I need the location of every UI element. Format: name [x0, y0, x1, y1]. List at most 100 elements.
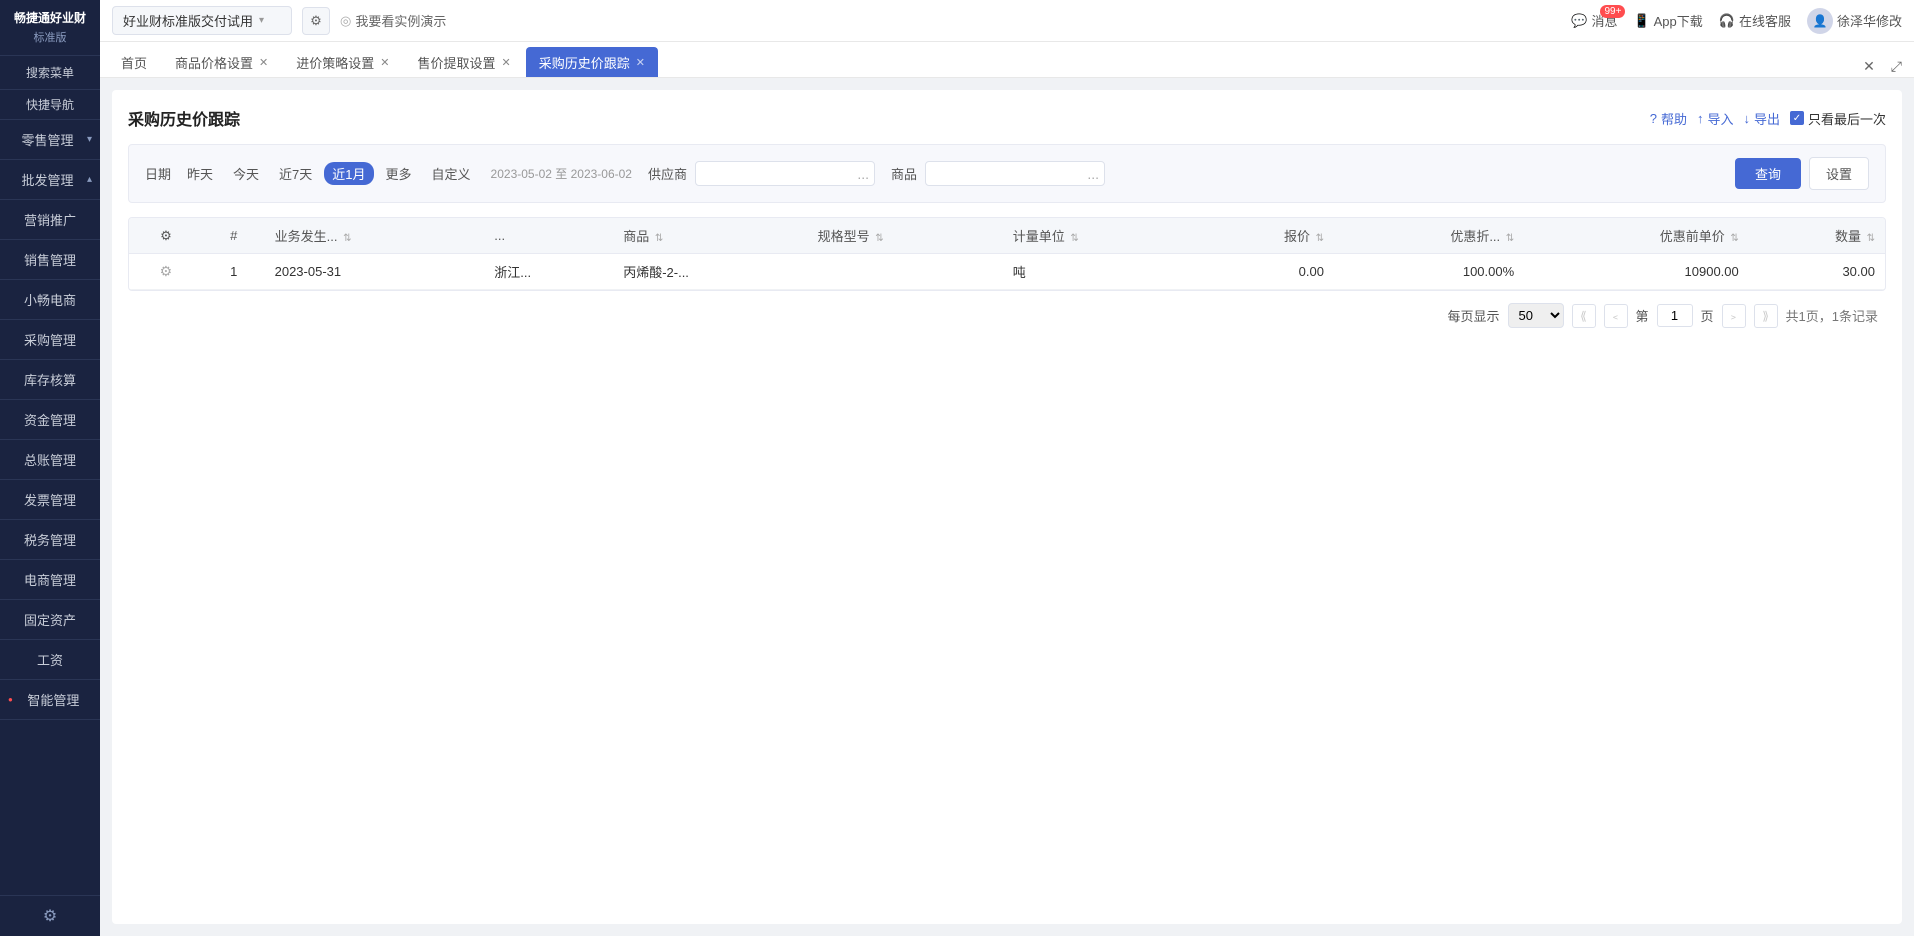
goods-ellipsis-icon[interactable]: ...: [1087, 166, 1099, 182]
next-page-button[interactable]: ﹥: [1722, 304, 1746, 328]
topbar-gear-button[interactable]: ⚙: [302, 7, 330, 35]
service-button[interactable]: 🎧 在线客服: [1719, 11, 1791, 30]
row-supplier: 浙江...: [484, 254, 613, 290]
filter-goods-group: 商品 ...: [891, 161, 1105, 186]
th-quantity[interactable]: 数量 ⇅: [1749, 218, 1885, 254]
sidebar-item-purchase[interactable]: 采购管理: [0, 320, 100, 360]
red-dot-icon: ●: [8, 695, 13, 704]
export-link[interactable]: ↓ 导出: [1743, 109, 1780, 128]
sidebar-item-wholesale[interactable]: 批发管理 ▴: [0, 160, 100, 200]
supplier-ellipsis-icon[interactable]: ...: [857, 166, 869, 182]
th-date[interactable]: 业务发生... ⇅: [265, 218, 485, 254]
th-pre-discount-price[interactable]: 优惠前单价 ⇅: [1524, 218, 1749, 254]
tab-price-close[interactable]: ✕: [259, 56, 268, 69]
sidebar-search[interactable]: 搜索菜单: [0, 56, 100, 90]
prev-page-button[interactable]: ﹤: [1604, 304, 1628, 328]
th-discount[interactable]: 优惠折... ⇅: [1334, 218, 1524, 254]
date-opt-custom[interactable]: 自定义: [424, 162, 479, 185]
sidebar-nav[interactable]: 快捷导航: [0, 90, 100, 120]
settings-icon[interactable]: ⚙: [43, 908, 57, 925]
app-icon: 📱: [1633, 13, 1649, 29]
avatar-icon: 👤: [1813, 14, 1828, 28]
th-unit[interactable]: 计量单位 ⇅: [1003, 218, 1198, 254]
data-table: ⚙ # 业务发生... ⇅ ... 商品 ⇅: [129, 218, 1885, 290]
demo-link[interactable]: ◎ 我要看实例演示: [340, 11, 446, 30]
row-gear[interactable]: ⚙: [129, 254, 203, 290]
page-input[interactable]: [1657, 304, 1693, 327]
tab-sale-extract-close[interactable]: ✕: [502, 56, 511, 69]
sidebar-item-ecommerce-small[interactable]: 小畅电商: [0, 280, 100, 320]
sidebar-item-inventory[interactable]: 库存核算: [0, 360, 100, 400]
query-button[interactable]: 查询: [1735, 158, 1801, 189]
sidebar-item-payroll[interactable]: 工资: [0, 640, 100, 680]
th-index: #: [203, 218, 265, 254]
date-opt-7days[interactable]: 近7天: [271, 162, 320, 185]
tab-purchase-history-close[interactable]: ✕: [636, 56, 645, 69]
tab-purchase-history[interactable]: 采购历史价跟踪 ✕: [526, 47, 658, 77]
row-price: 0.00: [1198, 254, 1334, 290]
import-link[interactable]: ↑ 导入: [1697, 109, 1734, 128]
sidebar-item-general-ledger[interactable]: 总账管理: [0, 440, 100, 480]
export-label: 导出: [1754, 109, 1780, 128]
demo-label: 我要看实例演示: [355, 11, 446, 30]
sidebar-item-finance[interactable]: 资金管理: [0, 400, 100, 440]
goods-input[interactable]: [925, 161, 1105, 186]
sidebar-item-finance-label: 资金管理: [8, 410, 92, 429]
tab-purchase-strategy[interactable]: 进价策略设置 ✕: [283, 47, 402, 77]
date-opt-yesterday[interactable]: 昨天: [179, 162, 221, 185]
date-opt-today[interactable]: 今天: [225, 162, 267, 185]
row-discount: 100.00%: [1334, 254, 1524, 290]
page-header: 采购历史价跟踪 ? 帮助 ↑ 导入 ↓ 导出 ✓: [128, 106, 1886, 130]
date-opt-more[interactable]: 更多: [378, 162, 420, 185]
per-page-select[interactable]: 50 10 20 100: [1508, 303, 1564, 328]
app-download-button[interactable]: 📱 App下载: [1633, 11, 1702, 30]
tab-close-all-icon[interactable]: ✕: [1859, 56, 1879, 77]
message-button[interactable]: 💬 消息 99+: [1571, 11, 1617, 30]
tab-expand-icon[interactable]: ⤢: [1887, 56, 1906, 77]
table-row: ⚙ 1 2023-05-31 浙江... 丙烯酸-2-... 吨 0.00 10…: [129, 254, 1885, 290]
th-more[interactable]: ...: [484, 218, 613, 254]
only-last-checkbox-label[interactable]: ✓ 只看最后一次: [1790, 109, 1886, 128]
sidebar-item-fixed-assets[interactable]: 固定资产: [0, 600, 100, 640]
sort-icon-discount: ⇅: [1506, 233, 1514, 244]
user-label: 徐泽华修改: [1837, 11, 1902, 30]
sort-icon-quantity: ⇅: [1867, 233, 1875, 244]
goods-input-wrap: ...: [925, 161, 1105, 186]
th-spec[interactable]: 规格型号 ⇅: [808, 218, 1003, 254]
tabbar: 首页 商品价格设置 ✕ 进价策略设置 ✕ 售价提取设置 ✕ 采购历史价跟踪 ✕ …: [100, 42, 1914, 78]
last-page-button[interactable]: ⟫: [1754, 304, 1778, 328]
sidebar-item-ecommerce[interactable]: 电商管理: [0, 560, 100, 600]
import-label: 导入: [1707, 109, 1733, 128]
only-last-checkbox[interactable]: ✓: [1790, 111, 1804, 125]
supplier-input[interactable]: [695, 161, 875, 186]
table-header-row: ⚙ # 业务发生... ⇅ ... 商品 ⇅: [129, 218, 1885, 254]
sidebar-item-tax[interactable]: 税务管理: [0, 520, 100, 560]
th-price[interactable]: 报价 ⇅: [1198, 218, 1334, 254]
th-date-label: 业务发生...: [275, 229, 338, 244]
sidebar-item-retail-label: 零售管理: [8, 130, 87, 149]
tab-sale-extract[interactable]: 售价提取设置 ✕: [404, 47, 523, 77]
help-link[interactable]: ? 帮助: [1650, 109, 1687, 128]
version-selector[interactable]: 好业财标准版交付试用 ▾: [112, 6, 292, 35]
sidebar-item-retail[interactable]: 零售管理 ▾: [0, 120, 100, 160]
sidebar-bottom: ⚙: [0, 895, 100, 936]
sidebar-item-smart[interactable]: ● 智能管理: [0, 680, 100, 720]
total-info: 共1页，1条记录: [1786, 306, 1878, 325]
tab-home[interactable]: 首页: [108, 47, 160, 77]
tab-purchase-strategy-close[interactable]: ✕: [380, 56, 389, 69]
date-opt-1month[interactable]: 近1月: [324, 162, 373, 185]
filter-settings-button[interactable]: 设置: [1809, 157, 1869, 190]
sidebar-item-invoice[interactable]: 发票管理: [0, 480, 100, 520]
sidebar-item-marketing[interactable]: 营销推广: [0, 200, 100, 240]
sidebar-item-invoice-label: 发票管理: [8, 490, 92, 509]
th-gear[interactable]: ⚙: [129, 218, 203, 254]
tab-price[interactable]: 商品价格设置 ✕: [162, 47, 281, 77]
first-page-button[interactable]: ⟪: [1572, 304, 1596, 328]
sidebar-item-sales[interactable]: 销售管理: [0, 240, 100, 280]
th-goods[interactable]: 商品 ⇅: [613, 218, 807, 254]
help-label: 帮助: [1661, 109, 1687, 128]
user-profile-button[interactable]: 👤 徐泽华修改: [1807, 8, 1902, 34]
sort-icon-pre-discount: ⇅: [1730, 233, 1738, 244]
supplier-input-wrap: ...: [695, 161, 875, 186]
th-discount-label: 优惠折...: [1450, 229, 1500, 244]
